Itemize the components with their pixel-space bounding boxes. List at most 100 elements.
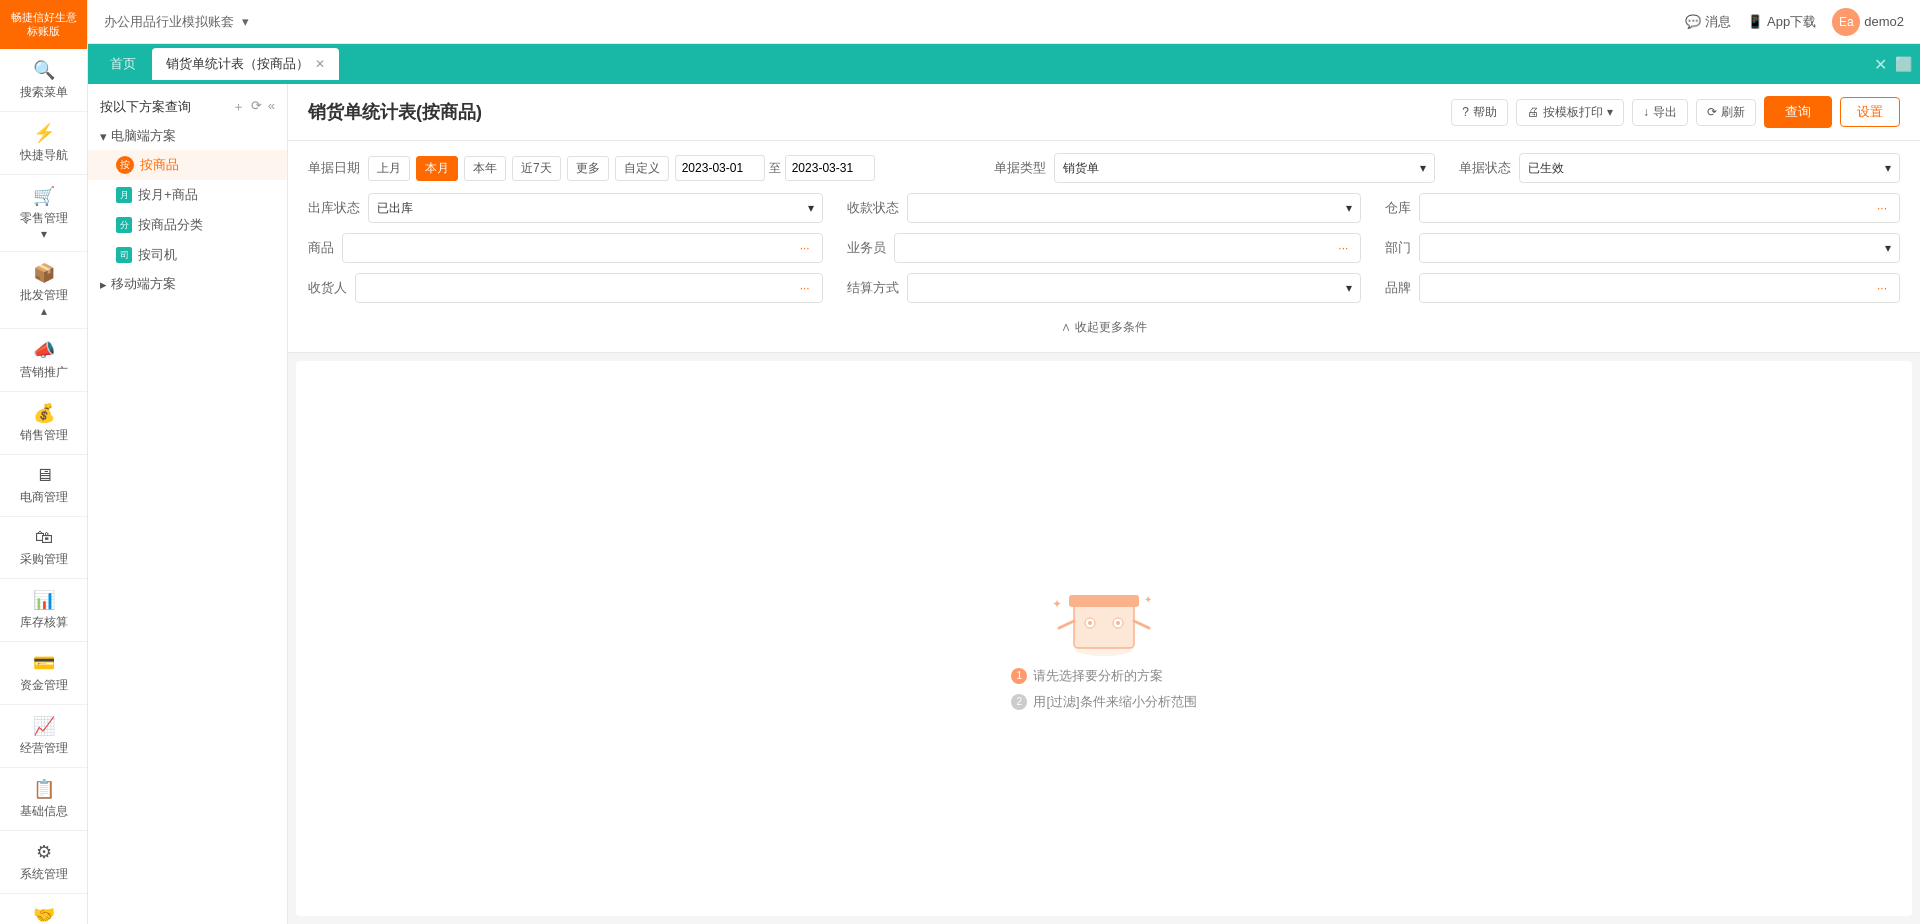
scheme-driver-icon: 司 [116, 247, 132, 263]
close-window-icon[interactable]: ✕ [1874, 55, 1887, 74]
print-template-btn[interactable]: 🖨 按模板打印 ▾ [1516, 99, 1624, 126]
chevron-down-pc-icon: ▾ [100, 129, 107, 144]
docstatus-select[interactable]: 已生效 ▾ [1519, 153, 1900, 183]
sidebar-item-quicknav[interactable]: ⚡ 快捷导航 [0, 112, 87, 175]
avatar: Ea [1832, 8, 1860, 36]
add-scheme-icon[interactable]: ＋ [232, 98, 245, 116]
empty-tip-1: 1 请先选择要分析的方案 [1011, 663, 1196, 689]
sidebar-item-basic[interactable]: 📋 基础信息 [0, 768, 87, 831]
sidebar-item-marketing-label: 营销推广 [20, 364, 68, 381]
collapse-panel-icon[interactable]: « [268, 98, 275, 116]
export-btn[interactable]: ↓ 导出 [1632, 99, 1688, 126]
sales-icon: 💰 [33, 402, 55, 424]
date-btn-more[interactable]: 更多 [567, 156, 609, 181]
ecommerce-icon: 🖥 [35, 465, 53, 486]
operation-icon: 📈 [33, 715, 55, 737]
sidebar-item-ecommerce[interactable]: 🖥 电商管理 [0, 455, 87, 517]
sidebar-item-ecommerce-label: 电商管理 [20, 489, 68, 506]
date-btn-lastmonth[interactable]: 上月 [368, 156, 410, 181]
sidebar-item-retail-label: 零售管理 [20, 210, 68, 227]
sidebar-item-basic-label: 基础信息 [20, 803, 68, 820]
app-download-label: App下载 [1767, 13, 1816, 31]
maximize-icon[interactable]: ⬜ [1895, 56, 1912, 72]
tabbar: 首页 销货单统计表（按商品） ✕ ✕ ⬜ [88, 44, 1920, 84]
filter-field-date: 单据日期 上月 本月 本年 近7天 更多 自定义 至 [308, 155, 970, 181]
collapse-filters-btn[interactable]: ∧ 收起更多条件 [308, 313, 1900, 340]
filter-field-receiver: 收货人 ··· [308, 273, 823, 303]
sidebar-item-retail[interactable]: 🛒 零售管理 ▾ [0, 175, 87, 252]
date-btn-thisyear[interactable]: 本年 [464, 156, 506, 181]
doctype-select[interactable]: 销货单 ▾ [1054, 153, 1435, 183]
sidebar-item-operation[interactable]: 📈 经营管理 [0, 705, 87, 768]
scheme-category-label: 按商品分类 [138, 216, 203, 234]
empty-tip-1-text: 请先选择要分析的方案 [1033, 663, 1163, 689]
scheme-item-monthgoods[interactable]: 月 按月+商品 [88, 180, 287, 210]
industry-dropdown-icon[interactable]: ▾ [242, 14, 249, 29]
date-btn-7days[interactable]: 近7天 [512, 156, 561, 181]
receiptstatus-label: 收款状态 [847, 199, 899, 217]
date-btn-thismonth[interactable]: 本月 [416, 156, 458, 181]
query-btn[interactable]: 查询 [1764, 96, 1832, 128]
outstatus-value: 已出库 [377, 200, 413, 217]
date-end-input[interactable] [785, 155, 875, 181]
user-profile[interactable]: Ea demo2 [1832, 8, 1904, 36]
settings-btn[interactable]: 设置 [1840, 97, 1900, 127]
docstatus-label: 单据状态 [1459, 159, 1511, 177]
refresh-scheme-icon[interactable]: ⟳ [251, 98, 262, 116]
goods-select[interactable]: ··· [342, 233, 823, 263]
sidebar-item-marketing[interactable]: 📣 营销推广 [0, 329, 87, 392]
sidebar-item-operation-label: 经营管理 [20, 740, 68, 757]
refresh-btn[interactable]: ⟳ 刷新 [1696, 99, 1756, 126]
outstatus-select[interactable]: 已出库 ▾ [368, 193, 823, 223]
industry-label: 办公用品行业模拟账套 [104, 13, 234, 31]
department-select[interactable]: ▾ [1419, 233, 1900, 263]
receiptstatus-select[interactable]: ▾ [907, 193, 1362, 223]
sidebar-item-system[interactable]: ⚙ 系统管理 [0, 831, 87, 894]
help-label: 帮助 [1473, 104, 1497, 121]
department-dropdown-icon: ▾ [1885, 241, 1891, 255]
sidebar-item-quicknav-label: 快捷导航 [20, 147, 68, 164]
tab-home[interactable]: 首页 [96, 48, 150, 80]
print-icon: 🖨 [1527, 105, 1539, 119]
app-download-icon: 📱 [1747, 14, 1763, 29]
scheme-group-pc-header[interactable]: ▾ 电脑端方案 [88, 122, 287, 150]
filter-field-goods: 商品 ··· [308, 233, 823, 263]
scheme-group-mobile-header[interactable]: ▸ 移动端方案 [88, 270, 287, 298]
receiver-dots: ··· [796, 281, 814, 295]
brand-select[interactable]: ··· [1419, 273, 1900, 303]
scheme-item-bygoods[interactable]: 按 按商品 [88, 150, 287, 180]
help-btn[interactable]: ? 帮助 [1451, 99, 1508, 126]
sidebar-item-wholesale[interactable]: 📦 批发管理 ▴ [0, 252, 87, 329]
svg-line-7 [1059, 621, 1074, 628]
filter-row-3: 商品 ··· 业务员 ··· 部门 [308, 233, 1900, 263]
page-title-row: 销货单统计表(按商品) ? 帮助 🖨 按模板打印 ▾ ↓ [308, 96, 1900, 128]
sidebar-item-finance[interactable]: 💳 资金管理 [0, 642, 87, 705]
svg-point-6 [1116, 621, 1120, 625]
message-btn[interactable]: 💬 消息 [1685, 13, 1731, 31]
payment-select[interactable]: ▾ [907, 273, 1362, 303]
scheme-item-driver[interactable]: 司 按司机 [88, 240, 287, 270]
app-download-btn[interactable]: 📱 App下载 [1747, 13, 1816, 31]
filter-field-receiptstatus: 收款状态 ▾ [847, 193, 1362, 223]
sidebar-item-purchase[interactable]: 🛍 采购管理 [0, 517, 87, 579]
warehouse2-select[interactable]: ··· [1419, 193, 1900, 223]
page-title: 销货单统计表(按商品) [308, 100, 482, 124]
sidebar-item-search[interactable]: 🔍 搜索菜单 [0, 49, 87, 112]
scheme-driver-label: 按司机 [138, 246, 177, 264]
receiver-select[interactable]: ··· [355, 273, 823, 303]
tab-report[interactable]: 销货单统计表（按商品） ✕ [152, 48, 339, 80]
main-content: 销货单统计表(按商品) ? 帮助 🖨 按模板打印 ▾ ↓ [288, 84, 1920, 924]
scheme-item-category[interactable]: 分 按商品分类 [88, 210, 287, 240]
date-label: 单据日期 [308, 159, 360, 177]
tab-close-icon[interactable]: ✕ [315, 57, 325, 71]
scheme-group-pc: ▾ 电脑端方案 按 按商品 月 按月+商品 分 按商品分类 司 按司机 [88, 122, 287, 270]
date-start-input[interactable] [675, 155, 765, 181]
filter-panel: 按以下方案查询 ＋ ⟳ « ▾ 电脑端方案 按 按商品 月 [88, 84, 288, 924]
date-btn-custom[interactable]: 自定义 [615, 156, 669, 181]
sidebar-item-enterprise[interactable]: 🤝 企业协同 [0, 894, 87, 924]
svg-line-8 [1134, 621, 1149, 628]
salesperson-select[interactable]: ··· [894, 233, 1362, 263]
payment-dropdown-icon: ▾ [1346, 281, 1352, 295]
sidebar-item-inventory[interactable]: 📊 库存核算 [0, 579, 87, 642]
sidebar-item-sales[interactable]: 💰 销售管理 [0, 392, 87, 455]
